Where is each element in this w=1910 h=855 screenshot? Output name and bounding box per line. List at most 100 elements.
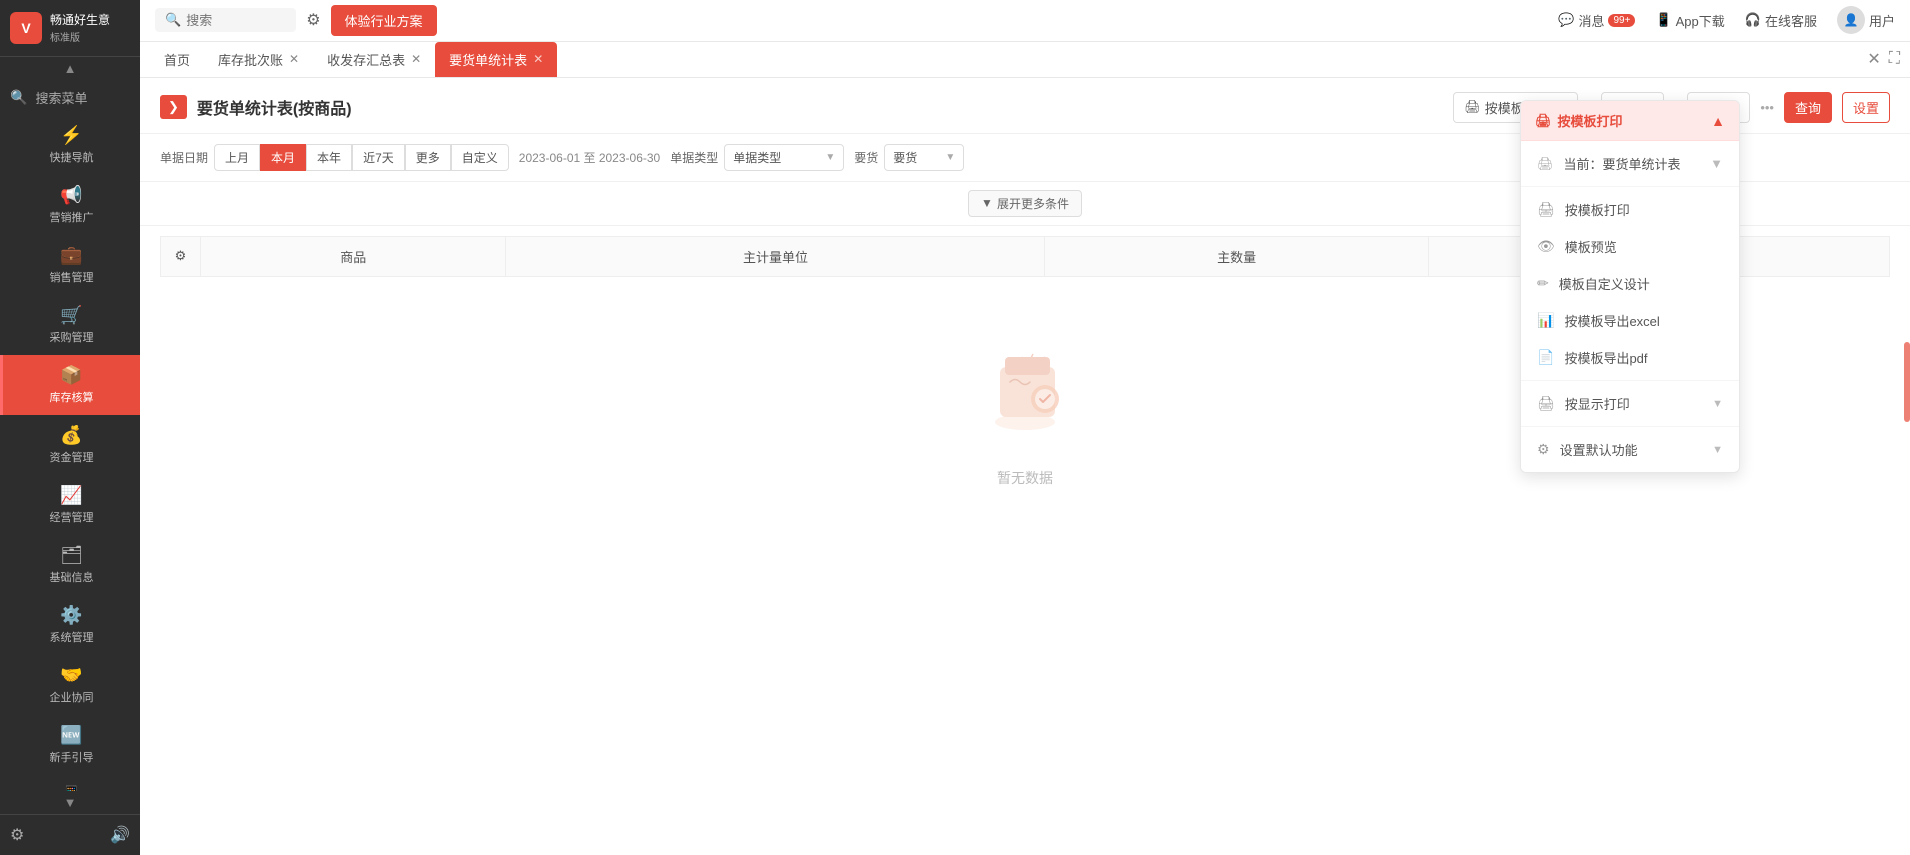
tab-order-stats[interactable]: 要货单统计表 ✕ <box>435 42 557 77</box>
tab-home-label: 首页 <box>164 50 190 69</box>
type-select[interactable]: 单据类型 ▼ <box>724 144 844 171</box>
dropdown-item-display-print[interactable]: 🖨 按显示打印 ▼ <box>1521 385 1739 422</box>
th-goods: 商品 <box>201 236 506 276</box>
sidebar-item-guide[interactable]: 🆕 新手引导 <box>0 715 140 775</box>
display-print-icon: 🖨 <box>1537 395 1555 412</box>
print-item-icon: 🖨 <box>1537 201 1555 218</box>
purchase-label: 采购管理 <box>50 329 94 345</box>
header-search-input[interactable] <box>186 13 286 28</box>
sidebar-item-sales[interactable]: 💼 销售管理 <box>0 235 140 295</box>
dropdown-item-pdf[interactable]: 📄 按模板导出pdf <box>1521 339 1739 376</box>
design-item-icon: ✏ <box>1537 275 1549 292</box>
dropdown-item-excel[interactable]: 📊 按模板导出excel <box>1521 302 1739 339</box>
app-name-block: 畅通好生意 标准版 <box>50 12 110 44</box>
speaker-bottom-icon[interactable]: 🔊 <box>110 825 130 845</box>
messages-item[interactable]: 💬 消息 99+ <box>1558 11 1635 30</box>
window-close-icon[interactable]: ✕ <box>1867 49 1880 69</box>
right-scrollbar[interactable] <box>1904 342 1910 422</box>
header-right: 💬 消息 99+ 📱 App下载 🎧 在线客服 👤 用户 <box>1558 6 1895 34</box>
th-unit: 主计量单位 <box>506 236 1045 276</box>
tab-receipt-summary-close[interactable]: ✕ <box>411 52 421 66</box>
print-item-label: 按模板打印 <box>1565 200 1630 219</box>
sidebar-scroll-up[interactable]: ▲ <box>0 57 140 80</box>
dropdown-arrow-up[interactable]: ▲ <box>1711 113 1725 129</box>
base-icon: 🗂 <box>60 545 83 566</box>
goods-select[interactable]: 要货 ▼ <box>884 144 964 171</box>
messages-label: 消息 <box>1578 11 1604 30</box>
date-btn-this-year[interactable]: 本年 <box>306 144 352 171</box>
sidebar-item-system[interactable]: ⚙️ 系统管理 <box>0 595 140 655</box>
goods-select-value: 要货 <box>893 149 917 166</box>
header-search-icon: 🔍 <box>165 12 181 28</box>
current-template-item[interactable]: 🖨 当前：要货单统计表 ▼ <box>1521 145 1739 182</box>
sales-label: 销售管理 <box>50 269 94 285</box>
sidebar-search-item[interactable]: 🔍 搜索菜单 <box>0 80 140 115</box>
tab-receipt-summary-label: 收发存汇总表 <box>327 50 405 69</box>
sidebar-item-enterprise[interactable]: 🤝 企业协同 <box>0 655 140 715</box>
dropdown-item-design[interactable]: ✏ 模板自定义设计 <box>1521 265 1739 302</box>
date-btn-last-month[interactable]: 上月 <box>214 144 260 171</box>
quicknav-icon: ⚡ <box>60 125 82 146</box>
dropdown-item-default-func[interactable]: ⚙ 设置默认功能 ▼ <box>1521 431 1739 468</box>
tab-order-stats-label: 要货单统计表 <box>449 50 527 69</box>
tab-inventory-batch-close[interactable]: ✕ <box>289 52 299 66</box>
query-btn[interactable]: 查询 <box>1784 92 1832 123</box>
date-btn-more[interactable]: 更多 <box>405 144 451 171</box>
user-avatar-item[interactable]: 👤 用户 <box>1837 6 1895 34</box>
app-download-icon: 📱 <box>1655 12 1671 28</box>
app-download-item[interactable]: 📱 App下载 <box>1655 11 1724 30</box>
online-service-label: 在线客服 <box>1765 11 1817 30</box>
sidebar-scroll-down[interactable]: ▼ <box>0 791 140 814</box>
trial-button[interactable]: 体验行业方案 <box>331 5 437 36</box>
sidebar-item-appcenter[interactable]: 📱 应用中心 <box>0 775 140 791</box>
system-label: 系统管理 <box>50 629 94 645</box>
settings-btn[interactable]: 设置 <box>1842 92 1890 123</box>
display-print-arrow: ▼ <box>1712 398 1723 410</box>
main-content: 🔍 ⚙ 体验行业方案 💬 消息 99+ 📱 App下载 🎧 在线客服 <box>140 0 1910 855</box>
expand-more-btn[interactable]: ▼ 展开更多条件 <box>968 190 1082 217</box>
date-range-text: 2023-06-01 至 2023-06-30 <box>519 149 660 166</box>
excel-item-icon: 📊 <box>1537 312 1554 329</box>
header-search-box[interactable]: 🔍 <box>155 8 296 32</box>
tab-receipt-summary[interactable]: 收发存汇总表 ✕ <box>313 42 435 77</box>
user-name: 用户 <box>1869 11 1895 30</box>
sidebar-item-marketing[interactable]: 📢 营销推广 <box>0 175 140 235</box>
app-name: 畅通好生意 <box>50 12 110 29</box>
sidebar-item-finance[interactable]: 💰 资金管理 <box>0 415 140 475</box>
sidebar-item-quicknav[interactable]: ⚡ 快捷导航 <box>0 115 140 175</box>
toolbar-more-icon[interactable]: ••• <box>1760 100 1774 115</box>
preview-item-label: 模板预览 <box>1565 237 1617 256</box>
dropdown-item-preview[interactable]: 👁 模板预览 <box>1521 228 1739 265</box>
tab-inventory-batch[interactable]: 库存批次账 ✕ <box>204 42 313 77</box>
th-settings[interactable]: ⚙ <box>161 236 201 276</box>
dropdown-item-print[interactable]: 🖨 按模板打印 <box>1521 191 1739 228</box>
date-btn-this-month[interactable]: 本月 <box>260 144 306 171</box>
settings-bottom-icon[interactable]: ⚙ <box>10 825 24 845</box>
expand-label: 展开更多条件 <box>997 195 1069 212</box>
sidebar-search-label: 搜索菜单 <box>35 88 87 107</box>
sidebar-logo: V 畅通好生意 标准版 <box>0 0 140 57</box>
type-filter-section: 单据类型 单据类型 ▼ <box>670 144 844 171</box>
marketing-label: 营销推广 <box>50 209 94 225</box>
inventory-label: 库存核算 <box>50 389 94 405</box>
avatar: 👤 <box>1837 6 1865 34</box>
base-label: 基础信息 <box>50 569 94 585</box>
goods-filter-section: 要货 要货 ▼ <box>854 144 964 171</box>
tabs-bar: 首页 库存批次账 ✕ 收发存汇总表 ✕ 要货单统计表 ✕ ✕ ⛶ <box>140 42 1910 78</box>
header-gear-icon[interactable]: ⚙ <box>306 10 320 30</box>
online-service-item[interactable]: 🎧 在线客服 <box>1745 11 1817 30</box>
date-label: 单据日期 <box>160 149 208 166</box>
sidebar-item-inventory[interactable]: 📦 库存核算 <box>0 355 140 415</box>
current-template-arrow: ▼ <box>1710 156 1723 171</box>
marketing-icon: 📢 <box>60 185 82 206</box>
date-btn-7days[interactable]: 近7天 <box>352 144 405 171</box>
tab-order-stats-close[interactable]: ✕ <box>533 52 543 66</box>
date-btn-custom[interactable]: 自定义 <box>451 144 509 171</box>
sidebar-item-base[interactable]: 🗂 基础信息 <box>0 535 140 595</box>
sidebar-item-purchase[interactable]: 🛒 采购管理 <box>0 295 140 355</box>
sidebar-item-operations[interactable]: 📈 经营管理 <box>0 475 140 535</box>
collapse-btn[interactable]: ❯ <box>160 95 187 119</box>
dropdown-section-current: 🖨 当前：要货单统计表 ▼ <box>1521 141 1739 187</box>
window-maximize-icon[interactable]: ⛶ <box>1889 50 1900 68</box>
tab-home[interactable]: 首页 <box>150 42 204 77</box>
